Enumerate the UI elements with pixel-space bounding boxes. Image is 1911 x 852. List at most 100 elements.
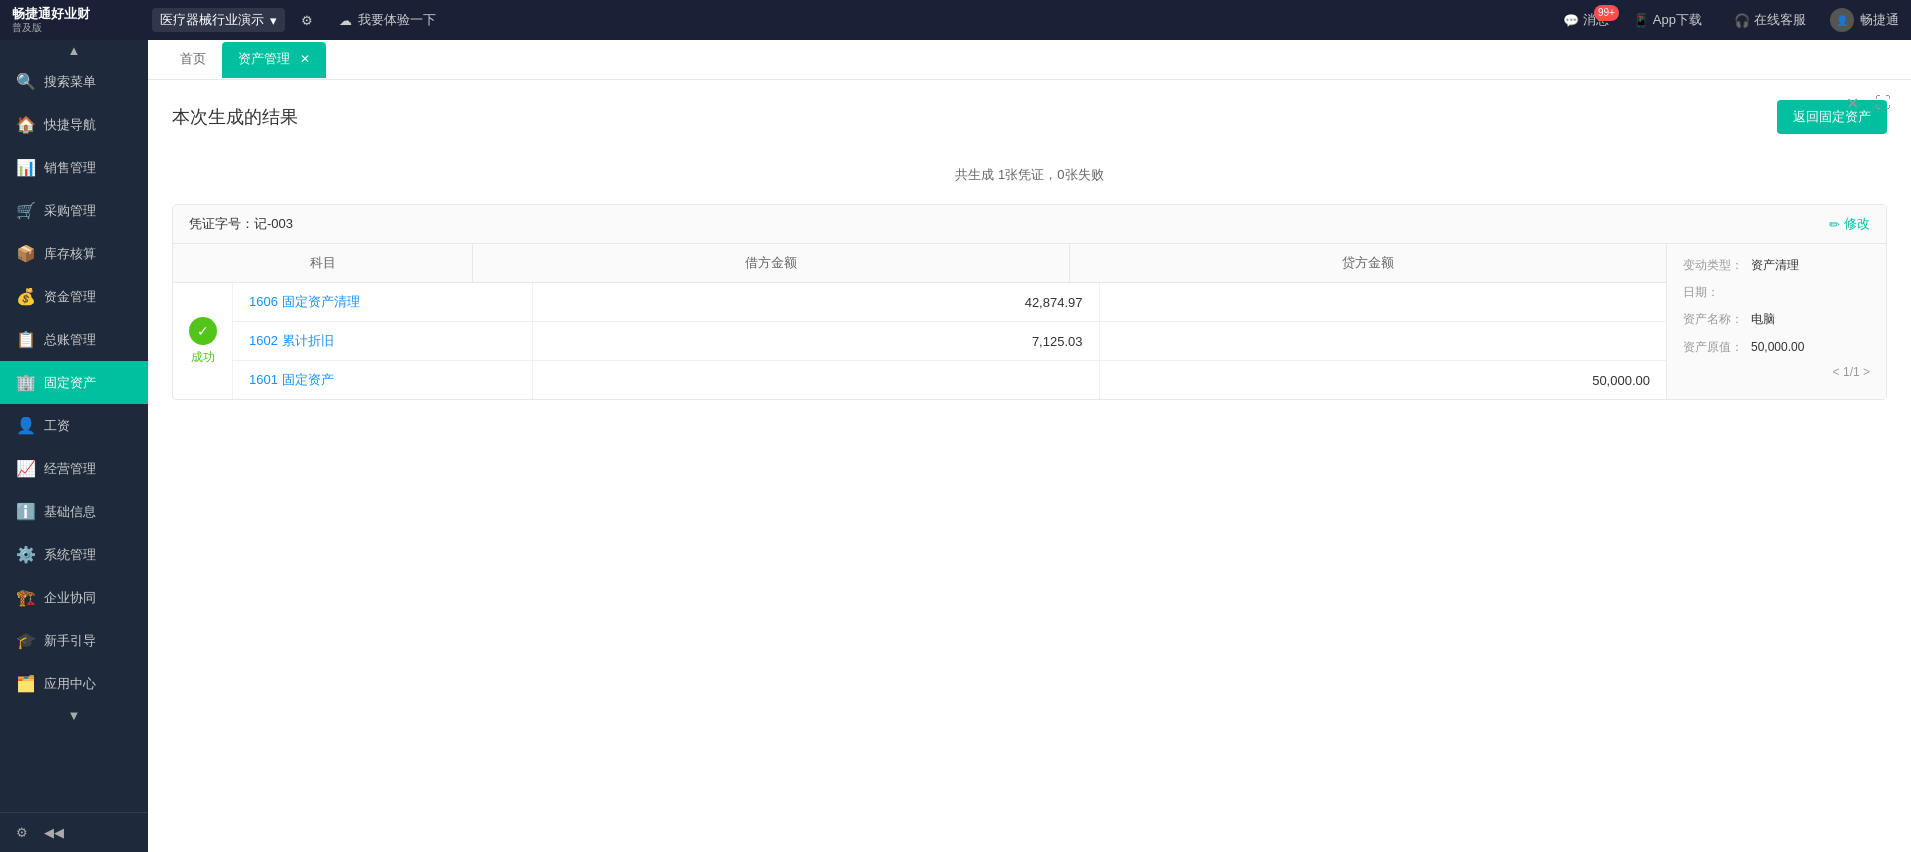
customer-service-label: 在线客服 [1754,11,1806,29]
close-page-btn[interactable]: ✕ [1842,92,1863,115]
success-indicator: ✓ 成功 [173,283,233,399]
change-type-value: 资产清理 [1751,256,1799,275]
sidebar-item-label: 工资 [44,417,70,435]
sidebar-item-ledger[interactable]: 📋 总账管理 [0,318,148,361]
panel-original-value: 资产原值： 50,000.00 [1683,338,1870,357]
experience-btn[interactable]: ☁ 我要体验一下 [329,8,446,32]
sidebar-item-label: 库存核算 [44,245,96,263]
sidebar-item-enterprise[interactable]: 🏗️ 企业协同 [0,576,148,619]
logo-area: 畅捷通好业财 普及版 [12,6,152,34]
sidebar-item-system[interactable]: ⚙️ 系统管理 [0,533,148,576]
download-icon: 📱 [1633,13,1649,28]
td-credit-1 [1100,283,1667,321]
next-page-btn[interactable]: > [1863,365,1870,379]
collapse-icon: ◀◀ [44,825,64,840]
top-header: 畅捷通好业财 普及版 医疗器械行业演示 ▾ ⚙ ☁ 我要体验一下 💬 消息 99… [0,0,1911,40]
panel-change-type: 变动类型： 资产清理 [1683,256,1870,275]
voucher-header: 凭证字号：记-003 ✏ 修改 [173,205,1886,244]
result-summary: 共生成 1张凭证，0张失败 [172,154,1887,196]
settings-icon: ⚙ [16,825,28,840]
inventory-icon: 📦 [16,244,36,263]
company-name: 医疗器械行业演示 [160,11,264,29]
sidebar-bottom: ⚙ ◀◀ [0,812,148,852]
user-area[interactable]: 👤 畅捷通 [1830,8,1899,32]
sidebar-item-label: 应用中心 [44,675,96,693]
th-debit: 借方金额 [473,244,1070,282]
main-layout: ▲ 🔍 搜索菜单 🏠 快捷导航 📊 销售管理 🛒 采购管理 📦 库存核算 💰 资… [0,40,1911,852]
success-icon: ✓ [189,317,217,345]
enterprise-icon: 🏗️ [16,588,36,607]
voucher-body: 科目 借方金额 贷方金额 ✓ 成功 16 [173,244,1886,399]
tab-asset-label: 资产管理 [238,51,290,66]
sidebar-item-search[interactable]: 🔍 搜索菜单 [0,60,148,103]
rows-with-indicator: ✓ 成功 1606 固定资产清理 42,874.97 160 [173,283,1666,399]
td-debit-2: 7,125.03 [533,322,1100,360]
settings-btn[interactable]: ⚙ [12,821,32,844]
company-selector[interactable]: 医疗器械行业演示 ▾ [152,8,285,32]
message-icon: 💬 [1563,13,1579,28]
home-icon: 🏠 [16,115,36,134]
settings-header-btn[interactable]: ⚙ [293,10,321,31]
td-subject-1: 1606 固定资产清理 [233,283,533,321]
td-subject-2: 1602 累计折旧 [233,322,533,360]
tab-close-icon[interactable]: ✕ [300,52,310,66]
td-debit-1: 42,874.97 [533,283,1100,321]
edit-btn[interactable]: ✏ 修改 [1829,215,1870,233]
voucher-table: 科目 借方金额 贷方金额 ✓ 成功 16 [173,244,1666,399]
prev-page-btn[interactable]: < [1833,365,1840,379]
original-value-value: 50,000.00 [1751,338,1804,357]
table-row: 1601 固定资产 50,000.00 [233,361,1666,399]
app-download-btn[interactable]: 📱 App下载 [1625,8,1710,32]
chevron-down-icon: ▾ [270,13,277,28]
message-btn[interactable]: 💬 消息 99+ [1563,11,1609,29]
sidebar-item-inventory[interactable]: 📦 库存核算 [0,232,148,275]
td-credit-2 [1100,322,1667,360]
funds-icon: 💰 [16,287,36,306]
sidebar-item-sales[interactable]: 📊 销售管理 [0,146,148,189]
sidebar-scroll-down[interactable]: ▼ [0,705,148,725]
sales-icon: 📊 [16,158,36,177]
voucher-id: 凭证字号：记-003 [189,215,293,233]
sidebar-item-fixed-assets[interactable]: 🏢 固定资产 [0,361,148,404]
app-download-label: App下载 [1653,11,1702,29]
sidebar-scroll-up[interactable]: ▲ [0,40,148,60]
sidebar-item-guide[interactable]: 🎓 新手引导 [0,619,148,662]
customer-service-btn[interactable]: 🎧 在线客服 [1726,8,1814,32]
sidebar-item-label: 采购管理 [44,202,96,220]
page-title: 本次生成的结果 [172,105,298,129]
basic-info-icon: ℹ️ [16,502,36,521]
sidebar-item-quick-nav[interactable]: 🏠 快捷导航 [0,103,148,146]
logo-sub: 普及版 [12,22,152,34]
table-header: 科目 借方金额 贷方金额 [173,244,1666,283]
th-credit: 贷方金额 [1070,244,1667,282]
sidebar-item-payroll[interactable]: 👤 工资 [0,404,148,447]
sidebar-item-app-center[interactable]: 🗂️ 应用中心 [0,662,148,705]
tab-home[interactable]: 首页 [164,42,222,78]
sidebar-item-label: 固定资产 [44,374,96,392]
panel-asset-name: 资产名称： 电脑 [1683,310,1870,329]
sidebar-item-label: 系统管理 [44,546,96,564]
sidebar-item-operations[interactable]: 📈 经营管理 [0,447,148,490]
th-subject: 科目 [173,244,473,282]
sidebar-item-basic-info[interactable]: ℹ️ 基础信息 [0,490,148,533]
experience-label: 我要体验一下 [358,11,436,29]
cloud-icon: ☁ [339,13,352,28]
page-actions: ✕ ⛶ [1842,92,1895,115]
sidebar-item-label: 快捷导航 [44,116,96,134]
search-icon: 🔍 [16,72,36,91]
panel-date: 日期： [1683,283,1870,302]
gear-icon: ⚙ [301,13,313,28]
header-right: 💬 消息 99+ 📱 App下载 🎧 在线客服 👤 畅捷通 [1563,8,1899,32]
collapse-btn[interactable]: ◀◀ [40,821,68,844]
expand-page-btn[interactable]: ⛶ [1871,92,1895,115]
edit-label: 修改 [1844,215,1870,233]
sidebar-item-funds[interactable]: 💰 资金管理 [0,275,148,318]
sidebar-item-purchase[interactable]: 🛒 采购管理 [0,189,148,232]
table-row: 1602 累计折旧 7,125.03 [233,322,1666,361]
app-center-icon: 🗂️ [16,674,36,693]
edit-icon: ✏ [1829,217,1840,232]
page-content: ✕ ⛶ 本次生成的结果 返回固定资产 共生成 1张凭证，0张失败 凭证字号：记-… [148,80,1911,852]
message-badge: 99+ [1594,5,1619,21]
tab-asset-mgmt[interactable]: 资产管理 ✕ [222,42,326,78]
logo-title: 畅捷通好业财 [12,6,152,22]
